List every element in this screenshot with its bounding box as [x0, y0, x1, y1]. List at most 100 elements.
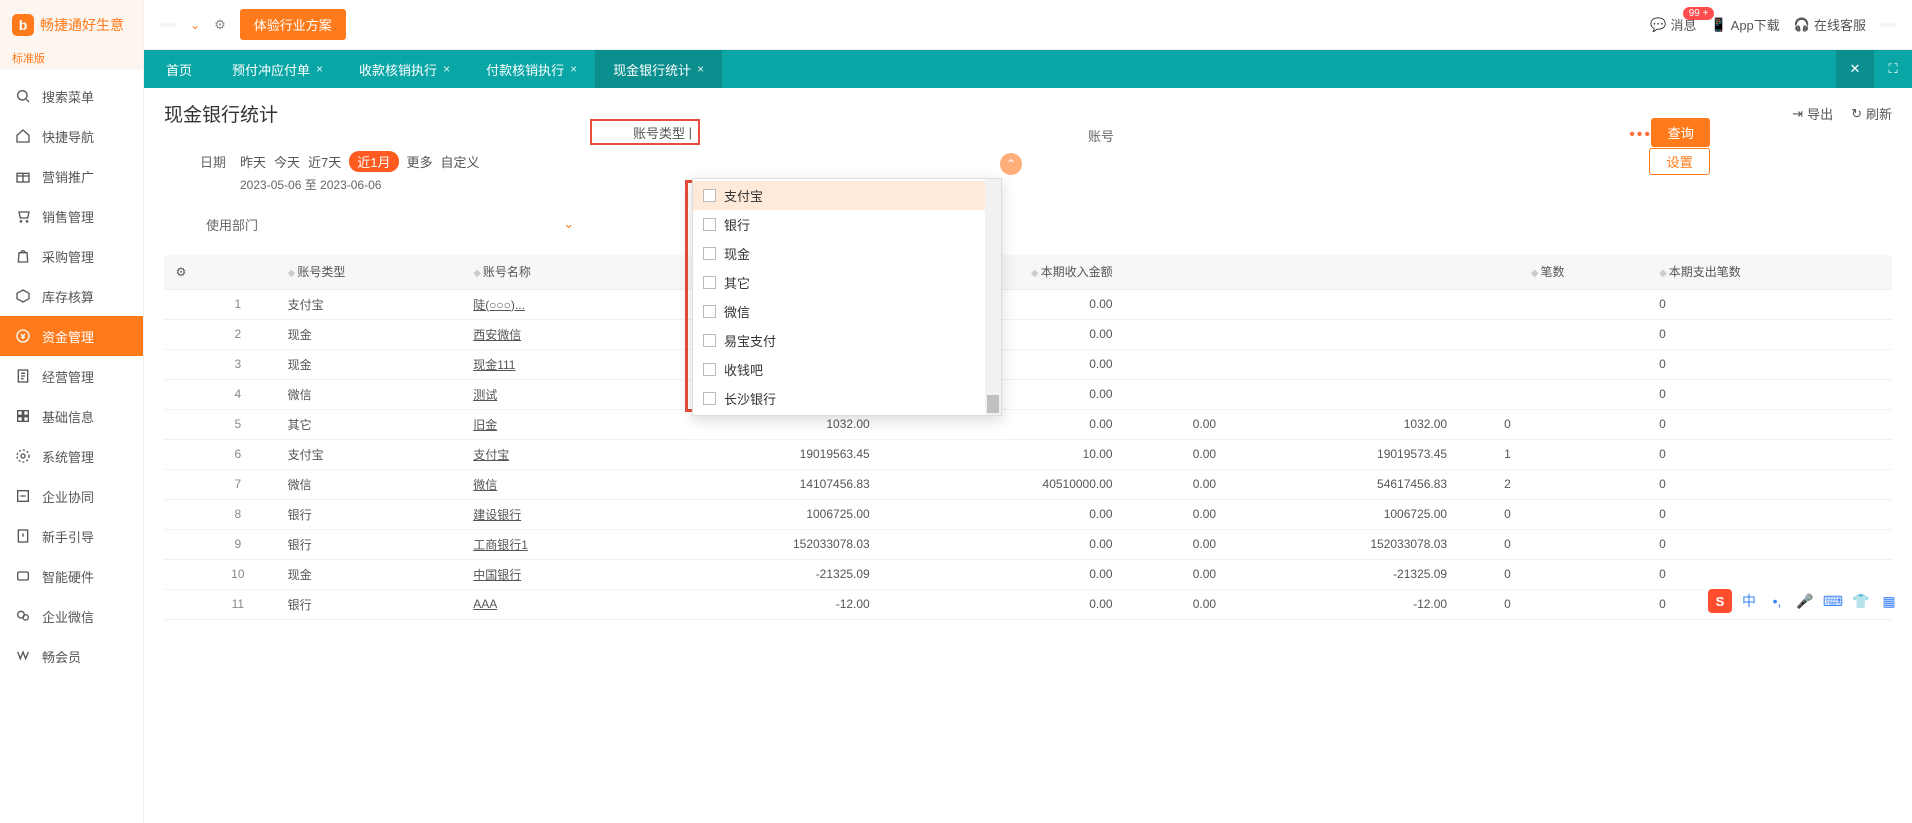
- cell-account-name[interactable]: 测试: [463, 379, 649, 409]
- sidebar-item-grid[interactable]: 基础信息: [0, 396, 143, 436]
- dept-select[interactable]: ⌄: [264, 211, 574, 237]
- solution-button[interactable]: 体验行业方案: [240, 9, 346, 40]
- tab-item[interactable]: 预付冲应付单 ×: [214, 50, 341, 88]
- app-download-link[interactable]: 📱 App下载: [1710, 15, 1779, 34]
- cell-y: [1226, 319, 1457, 349]
- sort-icon[interactable]: ◆: [473, 268, 481, 279]
- table-header[interactable]: ◆账号类型: [278, 255, 464, 289]
- account-type-filter[interactable]: 账号类型 |: [590, 119, 700, 145]
- date-yesterday[interactable]: 昨天: [240, 152, 266, 171]
- tab-item[interactable]: 现金银行统计 ×: [595, 50, 722, 88]
- sidebar-item-home[interactable]: 快捷导航: [0, 116, 143, 156]
- ime-logo-icon[interactable]: S: [1708, 589, 1732, 613]
- cell-account-name[interactable]: 工商银行1: [463, 529, 649, 559]
- query-button[interactable]: 查询: [1651, 118, 1710, 147]
- checkbox-icon[interactable]: [703, 392, 716, 405]
- sidebar-item-money[interactable]: 资金管理: [0, 316, 143, 356]
- tab-home[interactable]: 首页: [144, 50, 214, 88]
- message-link[interactable]: 💬 消息 99 +: [1650, 15, 1696, 34]
- dropdown-option[interactable]: 其它: [693, 268, 1001, 297]
- sidebar-item-hw[interactable]: 智能硬件: [0, 556, 143, 596]
- ime-grid-icon[interactable]: ▦: [1878, 590, 1900, 612]
- sidebar-item-wc[interactable]: 企业微信: [0, 596, 143, 636]
- account-type-dropdown[interactable]: 支付宝银行现金其它微信易宝支付收钱吧长沙银行: [692, 178, 1002, 416]
- sort-icon[interactable]: ◆: [1031, 268, 1039, 279]
- ime-punct-icon[interactable]: •,: [1766, 590, 1788, 612]
- cell-account-name[interactable]: 中国银行: [463, 559, 649, 589]
- tab-item[interactable]: 付款核销执行 ×: [468, 50, 595, 88]
- table-header[interactable]: [1123, 255, 1227, 289]
- customer-service-link[interactable]: 🎧 在线客服: [1794, 15, 1866, 34]
- checkbox-icon[interactable]: [703, 189, 716, 202]
- tabs-close-icon[interactable]: ✕: [1836, 50, 1874, 88]
- sidebar-item-cart[interactable]: 销售管理: [0, 196, 143, 236]
- cell-account-name[interactable]: 西安微信: [463, 319, 649, 349]
- checkbox-icon[interactable]: [703, 334, 716, 347]
- ime-mic-icon[interactable]: 🎤: [1794, 590, 1816, 612]
- tab-item[interactable]: 收款核销执行 ×: [341, 50, 468, 88]
- sidebar-item-team[interactable]: 企业协同: [0, 476, 143, 516]
- tab-close-icon[interactable]: ×: [443, 62, 450, 76]
- sidebar-item-box[interactable]: 库存核算: [0, 276, 143, 316]
- collapse-filter-icon[interactable]: ⌃: [1000, 153, 1022, 175]
- user-name[interactable]: [1880, 23, 1896, 27]
- checkbox-icon[interactable]: [703, 305, 716, 318]
- sidebar-item-guide[interactable]: 新手引导: [0, 516, 143, 556]
- table-header[interactable]: ◆本期支出笔数: [1649, 255, 1892, 289]
- sidebar-item-doc[interactable]: 经营管理: [0, 356, 143, 396]
- settings-button[interactable]: 设置: [1649, 148, 1710, 175]
- sidebar-item-sys[interactable]: 系统管理: [0, 436, 143, 476]
- cell-account-name[interactable]: 微信: [463, 469, 649, 499]
- date-custom[interactable]: 自定义: [441, 152, 480, 171]
- checkbox-icon[interactable]: [703, 218, 716, 231]
- dropdown-option[interactable]: 易宝支付: [693, 326, 1001, 355]
- org-name[interactable]: [160, 23, 176, 27]
- export-button[interactable]: ⇥导出: [1792, 104, 1833, 123]
- dropdown-option[interactable]: 长沙银行: [693, 384, 1001, 413]
- dropdown-option[interactable]: 银行: [693, 210, 1001, 239]
- tab-close-icon[interactable]: ×: [570, 62, 577, 76]
- date-today[interactable]: 今天: [274, 152, 300, 171]
- sidebar-item-search[interactable]: 搜索菜单: [0, 76, 143, 116]
- refresh-button[interactable]: ↻刷新: [1851, 104, 1892, 123]
- date-month[interactable]: 近1月: [349, 151, 398, 172]
- checkbox-icon[interactable]: [703, 363, 716, 376]
- ime-cn-icon[interactable]: 中: [1738, 590, 1760, 612]
- checkbox-icon[interactable]: [703, 276, 716, 289]
- table-header[interactable]: [198, 255, 278, 289]
- dropdown-option[interactable]: 收钱吧: [693, 355, 1001, 384]
- table-header[interactable]: [1457, 255, 1521, 289]
- cell-account-name[interactable]: 建设银行: [463, 499, 649, 529]
- tab-close-icon[interactable]: ×: [697, 62, 704, 76]
- dropdown-option[interactable]: 微信: [693, 297, 1001, 326]
- cell-account-name[interactable]: 支付宝: [463, 439, 649, 469]
- dropdown-scrollbar[interactable]: [985, 179, 1001, 415]
- date-more[interactable]: 更多: [407, 152, 433, 171]
- sidebar-item-vip[interactable]: 畅会员: [0, 636, 143, 676]
- tab-close-icon[interactable]: ×: [316, 62, 323, 76]
- ime-skin-icon[interactable]: 👕: [1850, 590, 1872, 612]
- date-week[interactable]: 近7天: [308, 152, 341, 171]
- dropdown-option[interactable]: 支付宝: [693, 181, 1001, 210]
- sort-icon[interactable]: ◆: [288, 268, 296, 279]
- cell-account-name[interactable]: 现金111: [463, 349, 649, 379]
- sidebar-item-bag[interactable]: 采购管理: [0, 236, 143, 276]
- cell-account-name[interactable]: AAA: [463, 589, 649, 619]
- dropdown-option[interactable]: 现金: [693, 239, 1001, 268]
- ime-keyboard-icon[interactable]: ⌨: [1822, 590, 1844, 612]
- tabs-expand-icon[interactable]: ⛶: [1874, 50, 1912, 88]
- sidebar-item-gift[interactable]: 营销推广: [0, 156, 143, 196]
- table-header[interactable]: ◆笔数: [1521, 255, 1649, 289]
- sort-icon[interactable]: ◆: [1531, 268, 1539, 279]
- org-chevron-icon[interactable]: ⌄: [190, 18, 200, 32]
- table-header[interactable]: ⚙: [164, 255, 198, 289]
- more-filters-icon[interactable]: •••: [1629, 126, 1652, 144]
- gear-icon[interactable]: ⚙: [176, 265, 187, 279]
- table-header[interactable]: [1226, 255, 1457, 289]
- settings-icon[interactable]: ⚙: [214, 17, 226, 33]
- cell-account-name[interactable]: 旧金: [463, 409, 649, 439]
- sort-icon[interactable]: ◆: [1659, 268, 1667, 279]
- cell-account-name[interactable]: 陡(○○○)...: [463, 289, 649, 319]
- table-header[interactable]: ◆账号名称: [463, 255, 649, 289]
- checkbox-icon[interactable]: [703, 247, 716, 260]
